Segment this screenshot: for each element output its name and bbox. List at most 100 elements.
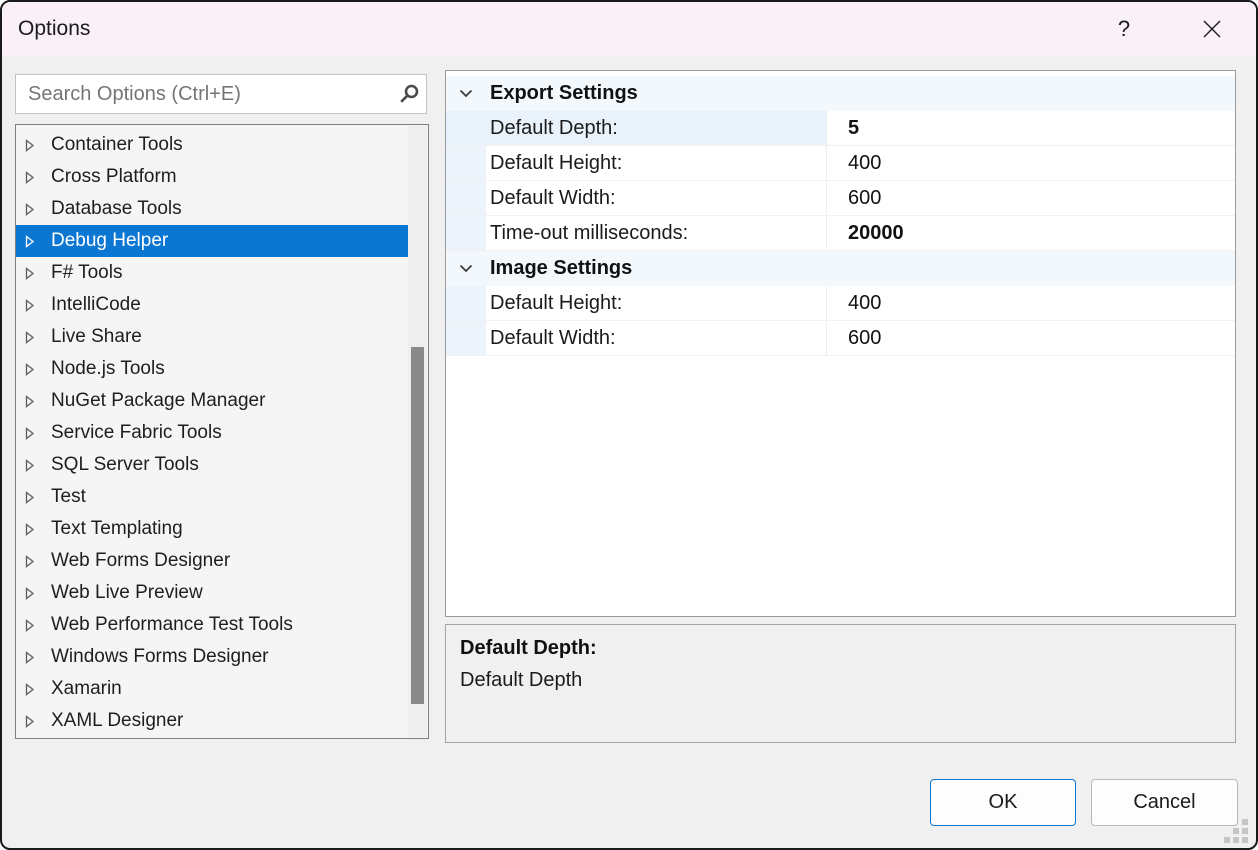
row-gutter <box>446 181 486 215</box>
property-value[interactable]: 600 <box>826 181 1235 215</box>
tree-item-label: XAML Designer <box>51 710 184 731</box>
chevron-right-icon[interactable] <box>25 266 51 280</box>
tree-item-label: Web Forms Designer <box>51 550 231 571</box>
tree-item-fsharp-tools[interactable]: F# Tools <box>16 257 409 289</box>
tree-item-label: F# Tools <box>51 262 123 283</box>
chevron-right-icon[interactable] <box>25 682 51 696</box>
tree-item-service-fabric-tools[interactable]: Service Fabric Tools <box>16 417 409 449</box>
tree-item-label: Database Tools <box>51 198 182 219</box>
chevron-right-icon[interactable] <box>25 362 51 376</box>
chevron-right-icon[interactable] <box>25 586 51 600</box>
category-export-settings[interactable]: Export Settings <box>446 76 1235 111</box>
tree-item-label: Test <box>51 486 86 507</box>
help-button[interactable]: ? <box>1104 9 1144 49</box>
chevron-right-icon[interactable] <box>25 330 51 344</box>
options-tree: Container Tools Cross Platform Database … <box>15 124 429 739</box>
resize-grip[interactable] <box>1224 819 1251 846</box>
property-value[interactable]: 20000 <box>826 216 1235 250</box>
tree-item-live-share[interactable]: Live Share <box>16 321 409 353</box>
property-value[interactable]: 400 <box>826 286 1235 320</box>
chevron-right-icon[interactable] <box>25 170 51 184</box>
tree-item-sql-server-tools[interactable]: SQL Server Tools <box>16 449 409 481</box>
tree-item-label: Web Performance Test Tools <box>51 614 293 635</box>
category-image-settings[interactable]: Image Settings <box>446 251 1235 286</box>
search-box <box>15 74 427 114</box>
chevron-right-icon[interactable] <box>25 298 51 312</box>
chevron-right-icon[interactable] <box>25 490 51 504</box>
property-label: Default Height: <box>486 286 826 320</box>
chevron-right-icon[interactable] <box>25 138 51 152</box>
tree-item-container-tools[interactable]: Container Tools <box>16 129 409 161</box>
tree-item-windows-forms-designer[interactable]: Windows Forms Designer <box>16 641 409 673</box>
property-value[interactable]: 5 <box>826 111 1235 145</box>
tree-item-nuget-package-manager[interactable]: NuGet Package Manager <box>16 385 409 417</box>
property-grid: Export Settings Default Depth: 5 Default… <box>445 70 1236 617</box>
row-gutter <box>446 321 486 355</box>
tree-item-label: Xamarin <box>51 678 122 699</box>
category-label: Export Settings <box>490 82 638 104</box>
search-input[interactable] <box>16 75 392 113</box>
chevron-down-icon[interactable] <box>446 264 486 273</box>
cancel-button[interactable]: Cancel <box>1091 779 1238 826</box>
chevron-right-icon[interactable] <box>25 202 51 216</box>
property-row-default-depth[interactable]: Default Depth: 5 <box>446 111 1235 146</box>
tree-item-label: Container Tools <box>51 134 183 155</box>
title-bar: Options <box>2 2 1256 56</box>
tree-item-intellicode[interactable]: IntelliCode <box>16 289 409 321</box>
ok-button[interactable]: OK <box>930 779 1076 826</box>
tree-item-label: Service Fabric Tools <box>51 422 222 443</box>
property-label: Default Depth: <box>486 111 826 145</box>
tree-item-label: Node.js Tools <box>51 358 165 379</box>
tree-item-label: Windows Forms Designer <box>51 646 269 667</box>
tree-item-label: Web Live Preview <box>51 582 203 603</box>
property-row-timeout-milliseconds[interactable]: Time-out milliseconds: 20000 <box>446 216 1235 251</box>
tree-item-xamarin[interactable]: Xamarin <box>16 673 409 705</box>
tree-item-label: NuGet Package Manager <box>51 390 266 411</box>
description-panel: Default Depth: Default Depth <box>445 624 1236 743</box>
tree-item-label: Live Share <box>51 326 142 347</box>
property-label: Time-out milliseconds: <box>486 216 826 250</box>
chevron-right-icon[interactable] <box>25 618 51 632</box>
property-value[interactable]: 400 <box>826 146 1235 180</box>
tree-item-nodejs-tools[interactable]: Node.js Tools <box>16 353 409 385</box>
tree-item-web-performance-test-tools[interactable]: Web Performance Test Tools <box>16 609 409 641</box>
chevron-right-icon[interactable] <box>25 714 51 728</box>
tree-item-debug-helper-selected[interactable]: Debug Helper <box>16 225 409 257</box>
row-gutter <box>446 286 486 320</box>
chevron-right-icon[interactable] <box>25 650 51 664</box>
chevron-right-icon[interactable] <box>25 426 51 440</box>
options-dialog: Options ? Container Tools Cross Platform <box>0 0 1258 850</box>
tree-scrollbar-thumb[interactable] <box>411 347 424 704</box>
chevron-right-icon[interactable] <box>25 522 51 536</box>
search-icon[interactable] <box>392 82 426 106</box>
row-gutter <box>446 216 486 250</box>
tree-item-web-live-preview[interactable]: Web Live Preview <box>16 577 409 609</box>
tree-item-text-templating[interactable]: Text Templating <box>16 513 409 545</box>
tree-item-test[interactable]: Test <box>16 481 409 513</box>
tree-item-database-tools[interactable]: Database Tools <box>16 193 409 225</box>
property-row-image-default-height[interactable]: Default Height: 400 <box>446 286 1235 321</box>
row-gutter <box>446 146 486 180</box>
property-row-default-width[interactable]: Default Width: 600 <box>446 181 1235 216</box>
row-gutter <box>446 111 486 145</box>
close-button[interactable] <box>1192 9 1232 49</box>
category-label: Image Settings <box>490 257 633 279</box>
property-value[interactable]: 600 <box>826 321 1235 355</box>
chevron-right-icon[interactable] <box>25 394 51 408</box>
chevron-right-icon[interactable] <box>25 554 51 568</box>
property-label: Default Width: <box>486 181 826 215</box>
description-body: Default Depth <box>460 669 583 691</box>
property-row-image-default-width[interactable]: Default Width: 600 <box>446 321 1235 356</box>
tree-item-label: IntelliCode <box>51 294 141 315</box>
chevron-right-icon[interactable] <box>25 234 51 248</box>
property-row-default-height[interactable]: Default Height: 400 <box>446 146 1235 181</box>
tree-item-label: Cross Platform <box>51 166 177 187</box>
chevron-down-icon[interactable] <box>446 89 486 98</box>
chevron-right-icon[interactable] <box>25 458 51 472</box>
tree-scrollbar-track[interactable] <box>408 126 427 737</box>
tree-item-label: Text Templating <box>51 518 183 539</box>
tree-item-xaml-designer[interactable]: XAML Designer <box>16 705 409 737</box>
tree-item-cross-platform[interactable]: Cross Platform <box>16 161 409 193</box>
tree-item-web-forms-designer[interactable]: Web Forms Designer <box>16 545 409 577</box>
question-mark-icon: ? <box>1117 16 1131 41</box>
